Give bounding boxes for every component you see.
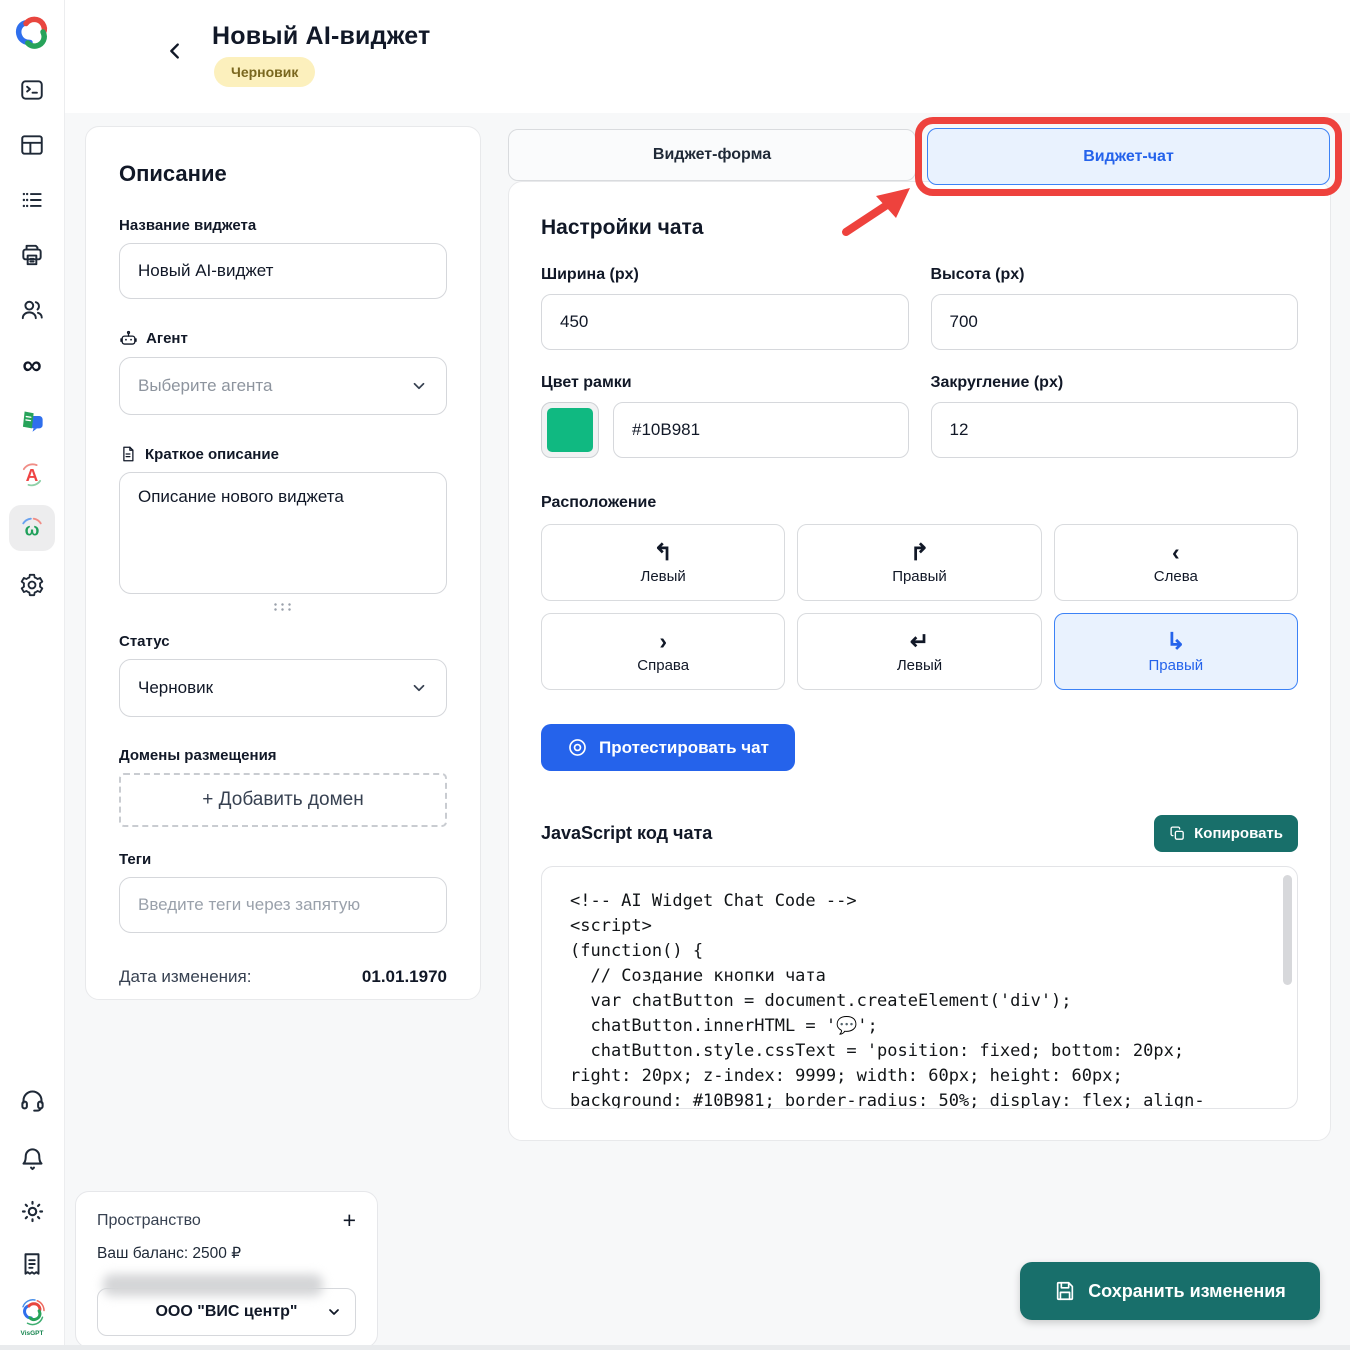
- svg-text:ω: ω: [25, 520, 40, 540]
- save-floppy-icon: [1057, 1281, 1074, 1301]
- tags-label: Теги: [119, 851, 152, 868]
- description-title: Описание: [119, 161, 227, 186]
- chat-settings-title: Настройки чата: [541, 216, 704, 239]
- height-input[interactable]: [930, 294, 1298, 350]
- receipt-icon[interactable]: [0, 1251, 64, 1277]
- balance-text: Ваш баланс: 2500 ₽: [97, 1245, 242, 1262]
- theme-sun-icon[interactable]: [0, 1198, 64, 1225]
- modified-date-value: 01.01.1970: [361, 967, 447, 986]
- document-icon: [123, 446, 134, 462]
- save-changes-button[interactable]: Сохранить изменения: [1020, 1262, 1320, 1320]
- short-description-label: Краткое описание: [119, 445, 447, 463]
- radius-input[interactable]: [930, 402, 1298, 458]
- infinity-icon[interactable]: ∞: [0, 352, 64, 379]
- arrow-down-right-icon: ↳: [1166, 627, 1186, 654]
- robot-icon: [120, 330, 137, 345]
- border-color-label: Цвет рамки: [541, 374, 632, 391]
- users-icon[interactable]: [0, 297, 64, 323]
- add-workspace-button[interactable]: +: [343, 1209, 356, 1232]
- short-description-textarea[interactable]: Описание нового виджета: [119, 472, 447, 594]
- position-option-bottom-left[interactable]: ↵ Левый: [797, 613, 1042, 690]
- tab-widget-chat[interactable]: Виджет-чат: [927, 128, 1330, 185]
- app-logo-icon[interactable]: [0, 14, 64, 54]
- code-scrollbar[interactable]: [1283, 875, 1292, 985]
- domains-label: Домены размещения: [119, 747, 277, 764]
- eye-icon: [569, 739, 586, 756]
- return-arrow-icon: ↵: [909, 627, 930, 654]
- color-picker-swatch[interactable]: [541, 402, 599, 458]
- chevron-right-icon: ›: [659, 627, 667, 654]
- copy-code-button[interactable]: Копировать: [1154, 815, 1298, 852]
- width-input[interactable]: [541, 294, 909, 350]
- back-button[interactable]: [160, 36, 190, 66]
- position-label: Расположение: [541, 494, 657, 511]
- position-option-left[interactable]: ‹ Слева: [1053, 524, 1298, 601]
- width-label: Ширина (px): [541, 266, 639, 283]
- radius-label: Закругление (px): [930, 374, 1064, 391]
- list-icon[interactable]: [0, 187, 64, 213]
- printer-icon[interactable]: [0, 242, 64, 268]
- layout-icon[interactable]: [0, 132, 64, 158]
- position-option-top-right[interactable]: ↱ Правый: [797, 524, 1042, 601]
- copy-icon: [1170, 826, 1184, 840]
- textarea-resize-handle[interactable]: [271, 602, 295, 611]
- tags-input[interactable]: [119, 877, 447, 933]
- visgpt-logo[interactable]: VisGPT: [0, 1297, 64, 1337]
- chevron-left-icon: ‹: [1171, 538, 1180, 565]
- js-code-text: <!-- AI Widget Chat Code --> <script> (f…: [570, 891, 1205, 1109]
- terminal-icon[interactable]: [0, 77, 64, 103]
- status-badge: Черновик: [214, 57, 316, 87]
- chat-settings-panel: Настройки чата Ширина (px) Высота (px) Ц…: [508, 181, 1331, 1141]
- border-color-input[interactable]: [613, 402, 909, 458]
- widget-name-input[interactable]: [119, 243, 447, 299]
- sidebar: ∞ A ω VisGPT: [0, 0, 65, 1350]
- js-code-label: JavaScript код чата: [541, 823, 713, 843]
- description-panel: Описание Название виджета Агент Выберите…: [85, 126, 481, 1000]
- agent-label: Агент: [119, 329, 447, 348]
- modified-date-label: Дата изменения:: [119, 967, 252, 986]
- docs-colored-icon[interactable]: [0, 407, 64, 434]
- test-chat-button[interactable]: Протестировать чат: [541, 724, 795, 771]
- js-code-block[interactable]: <!-- AI Widget Chat Code --> <script> (f…: [541, 866, 1298, 1109]
- agent-select[interactable]: Выберите агента: [119, 357, 447, 415]
- workspace-card: Пространство + Ваш баланс: 2500 ₽ ООО "В…: [75, 1191, 378, 1348]
- status-select[interactable]: Черновик: [119, 659, 447, 717]
- status-select-value: Черновик: [138, 678, 214, 697]
- settings-gear-icon[interactable]: [0, 572, 64, 598]
- bottom-scrollbar-track[interactable]: [0, 1345, 1350, 1350]
- status-label: Статус: [119, 633, 170, 650]
- tab-widget-form[interactable]: Виджет-форма: [508, 129, 916, 181]
- page-title: Новый AI-виджет: [212, 22, 431, 50]
- arrow-up-right-icon: ↱: [909, 538, 930, 565]
- visgpt-logo-label: VisGPT: [20, 1330, 44, 1337]
- chevron-down-icon: [329, 1309, 339, 1315]
- color-swatch-fill: [547, 408, 593, 452]
- height-label: Высота (px): [930, 266, 1025, 283]
- position-option-bottom-right-selected[interactable]: ↳ Правый: [1053, 613, 1298, 690]
- position-option-right[interactable]: › Справа: [541, 613, 786, 690]
- workspace-title: Пространство: [97, 1211, 201, 1229]
- arrow-up-left-icon: ↰: [653, 538, 673, 565]
- position-options: ↰ Левый ↱ Правый ‹ Слева › Справа ↵ Левы…: [541, 524, 1298, 690]
- support-headset-icon[interactable]: [0, 1087, 64, 1114]
- notifications-bell-icon[interactable]: [0, 1146, 64, 1173]
- letter-a-icon[interactable]: A: [0, 461, 64, 489]
- add-domain-button[interactable]: + Добавить домен: [119, 773, 447, 827]
- agent-select-value: Выберите агента: [138, 376, 273, 395]
- modified-date-row: Дата изменения: 01.01.1970: [119, 967, 447, 987]
- page-header: Новый AI-виджет Черновик: [64, 0, 1350, 113]
- widget-name-label: Название виджета: [119, 217, 257, 234]
- chevron-down-icon: [413, 684, 425, 692]
- sidebar-item-widgets-active[interactable]: ω: [9, 505, 55, 551]
- svg-text:A: A: [26, 465, 39, 485]
- blurred-account-text: [103, 1274, 323, 1296]
- chevron-down-icon: [413, 382, 425, 390]
- position-option-top-left[interactable]: ↰ Левый: [541, 524, 786, 601]
- organization-name: ООО "ВИС центр": [155, 1303, 298, 1320]
